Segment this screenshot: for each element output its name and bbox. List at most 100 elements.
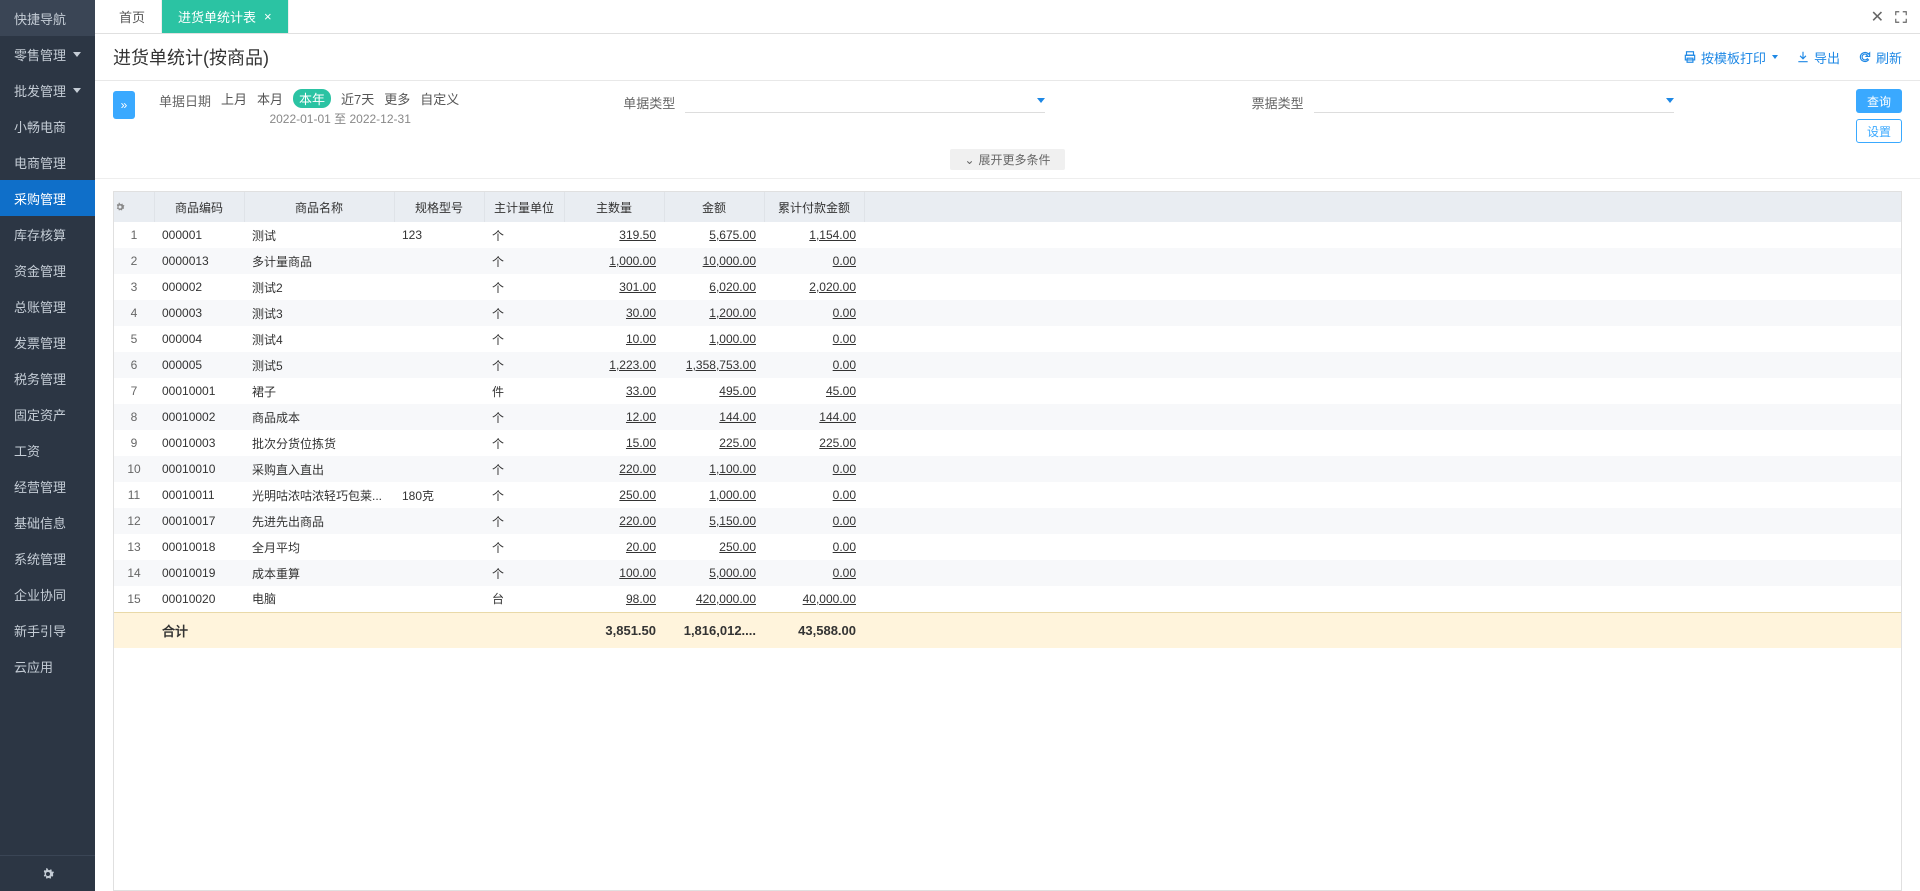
sidebar-item-18[interactable]: 云应用	[0, 648, 95, 684]
cell-paid[interactable]: 0.00	[764, 482, 864, 508]
table-row[interactable]: 20000013多计量商品个1,000.0010,000.000.00	[114, 248, 1901, 274]
refresh-button[interactable]: 刷新	[1858, 48, 1902, 67]
table-row[interactable]: 4000003测试3个30.001,200.000.00	[114, 300, 1901, 326]
cell-amount[interactable]: 1,358,753.00	[664, 352, 764, 378]
voucher-type-select[interactable]	[1314, 89, 1674, 113]
sidebar-item-8[interactable]: 总账管理	[0, 288, 95, 324]
sidebar-item-16[interactable]: 企业协同	[0, 576, 95, 612]
table-row[interactable]: 1200010017先进先出商品个220.005,150.000.00	[114, 508, 1901, 534]
cell-amount[interactable]: 10,000.00	[664, 248, 764, 274]
table-row[interactable]: 1000001测试123个319.505,675.001,154.00	[114, 222, 1901, 248]
doc-type-select[interactable]	[685, 89, 1045, 113]
cell-amount[interactable]: 1,200.00	[664, 300, 764, 326]
col-spec[interactable]: 规格型号	[394, 192, 484, 222]
date-tab[interactable]: 上月	[221, 89, 247, 108]
cell-amount[interactable]: 1,000.00	[664, 482, 764, 508]
col-paid[interactable]: 累计付款金额	[764, 192, 864, 222]
expand-toggle[interactable]: »	[113, 91, 135, 119]
date-tab[interactable]: 更多	[384, 89, 410, 108]
print-button[interactable]: 按模板打印	[1683, 48, 1778, 67]
cell-qty[interactable]: 220.00	[564, 456, 664, 482]
sidebar-item-0[interactable]: 快捷导航	[0, 0, 95, 36]
cell-amount[interactable]: 5,150.00	[664, 508, 764, 534]
expand-more-link[interactable]: ⌄ 展开更多条件	[950, 149, 1064, 170]
cell-paid[interactable]: 40,000.00	[764, 586, 864, 612]
col-code[interactable]: 商品编码	[154, 192, 244, 222]
cell-amount[interactable]: 144.00	[664, 404, 764, 430]
cell-qty[interactable]: 30.00	[564, 300, 664, 326]
sidebar-settings[interactable]	[0, 855, 95, 891]
sidebar-item-14[interactable]: 基础信息	[0, 504, 95, 540]
cell-qty[interactable]: 220.00	[564, 508, 664, 534]
cell-qty[interactable]: 1,000.00	[564, 248, 664, 274]
cell-paid[interactable]: 144.00	[764, 404, 864, 430]
sidebar-item-10[interactable]: 税务管理	[0, 360, 95, 396]
date-tab[interactable]: 本年	[293, 89, 331, 108]
query-button[interactable]: 查询	[1856, 89, 1902, 113]
fullscreen-icon[interactable]	[1894, 10, 1908, 24]
sidebar-item-9[interactable]: 发票管理	[0, 324, 95, 360]
cell-paid[interactable]: 1,154.00	[764, 222, 864, 248]
tab-close-all-icon[interactable]: ✕	[1871, 7, 1884, 27]
cell-paid[interactable]: 225.00	[764, 430, 864, 456]
table-row[interactable]: 1500010020电脑台98.00420,000.0040,000.00	[114, 586, 1901, 612]
cell-amount[interactable]: 1,000.00	[664, 326, 764, 352]
cell-paid[interactable]: 0.00	[764, 534, 864, 560]
cell-paid[interactable]: 0.00	[764, 248, 864, 274]
cell-amount[interactable]: 5,675.00	[664, 222, 764, 248]
col-qty[interactable]: 主数量	[564, 192, 664, 222]
cell-paid[interactable]: 0.00	[764, 326, 864, 352]
table-row[interactable]: 800010002商品成本个12.00144.00144.00	[114, 404, 1901, 430]
cell-amount[interactable]: 1,100.00	[664, 456, 764, 482]
cell-qty[interactable]: 15.00	[564, 430, 664, 456]
col-unit[interactable]: 主计量单位	[484, 192, 564, 222]
sidebar-item-3[interactable]: 小畅电商	[0, 108, 95, 144]
cell-qty[interactable]: 1,223.00	[564, 352, 664, 378]
cell-paid[interactable]: 45.00	[764, 378, 864, 404]
table-row[interactable]: 1300010018全月平均个20.00250.000.00	[114, 534, 1901, 560]
date-tab[interactable]: 自定义	[420, 89, 459, 108]
cell-qty[interactable]: 10.00	[564, 326, 664, 352]
cell-qty[interactable]: 100.00	[564, 560, 664, 586]
cell-qty[interactable]: 319.50	[564, 222, 664, 248]
tab-active[interactable]: 进货单统计表 ×	[162, 0, 289, 33]
table-row[interactable]: 900010003批次分货位拣货个15.00225.00225.00	[114, 430, 1901, 456]
export-button[interactable]: 导出	[1796, 48, 1840, 67]
cell-amount[interactable]: 495.00	[664, 378, 764, 404]
tab-home[interactable]: 首页	[103, 0, 162, 33]
sidebar-item-17[interactable]: 新手引导	[0, 612, 95, 648]
cell-paid[interactable]: 0.00	[764, 560, 864, 586]
table-row[interactable]: 6000005测试5个1,223.001,358,753.000.00	[114, 352, 1901, 378]
cell-paid[interactable]: 0.00	[764, 456, 864, 482]
date-tab[interactable]: 近7天	[341, 89, 374, 108]
gear-col-header[interactable]	[114, 192, 154, 222]
table-row[interactable]: 5000004测试4个10.001,000.000.00	[114, 326, 1901, 352]
date-tab[interactable]: 本月	[257, 89, 283, 108]
settings-button[interactable]: 设置	[1856, 119, 1902, 143]
sidebar-item-12[interactable]: 工资	[0, 432, 95, 468]
cell-qty[interactable]: 301.00	[564, 274, 664, 300]
sidebar-item-11[interactable]: 固定资产	[0, 396, 95, 432]
cell-amount[interactable]: 6,020.00	[664, 274, 764, 300]
sidebar-item-7[interactable]: 资金管理	[0, 252, 95, 288]
cell-qty[interactable]: 20.00	[564, 534, 664, 560]
sidebar-item-4[interactable]: 电商管理	[0, 144, 95, 180]
close-icon[interactable]: ×	[264, 9, 272, 24]
table-row[interactable]: 1100010011光明咕浓咕浓轻巧包莱...180克个250.001,000.…	[114, 482, 1901, 508]
table-row[interactable]: 700010001裙子件33.00495.0045.00	[114, 378, 1901, 404]
cell-qty[interactable]: 33.00	[564, 378, 664, 404]
cell-qty[interactable]: 98.00	[564, 586, 664, 612]
table-row[interactable]: 1400010019成本重算个100.005,000.000.00	[114, 560, 1901, 586]
cell-paid[interactable]: 0.00	[764, 300, 864, 326]
sidebar-item-5[interactable]: 采购管理	[0, 180, 95, 216]
cell-amount[interactable]: 250.00	[664, 534, 764, 560]
sidebar-item-1[interactable]: 零售管理	[0, 36, 95, 72]
sidebar-item-2[interactable]: 批发管理	[0, 72, 95, 108]
sidebar-item-13[interactable]: 经营管理	[0, 468, 95, 504]
cell-amount[interactable]: 225.00	[664, 430, 764, 456]
table-row[interactable]: 1000010010采购直入直出个220.001,100.000.00	[114, 456, 1901, 482]
cell-amount[interactable]: 420,000.00	[664, 586, 764, 612]
table-row[interactable]: 3000002测试2个301.006,020.002,020.00	[114, 274, 1901, 300]
cell-paid[interactable]: 0.00	[764, 352, 864, 378]
col-name[interactable]: 商品名称	[244, 192, 394, 222]
